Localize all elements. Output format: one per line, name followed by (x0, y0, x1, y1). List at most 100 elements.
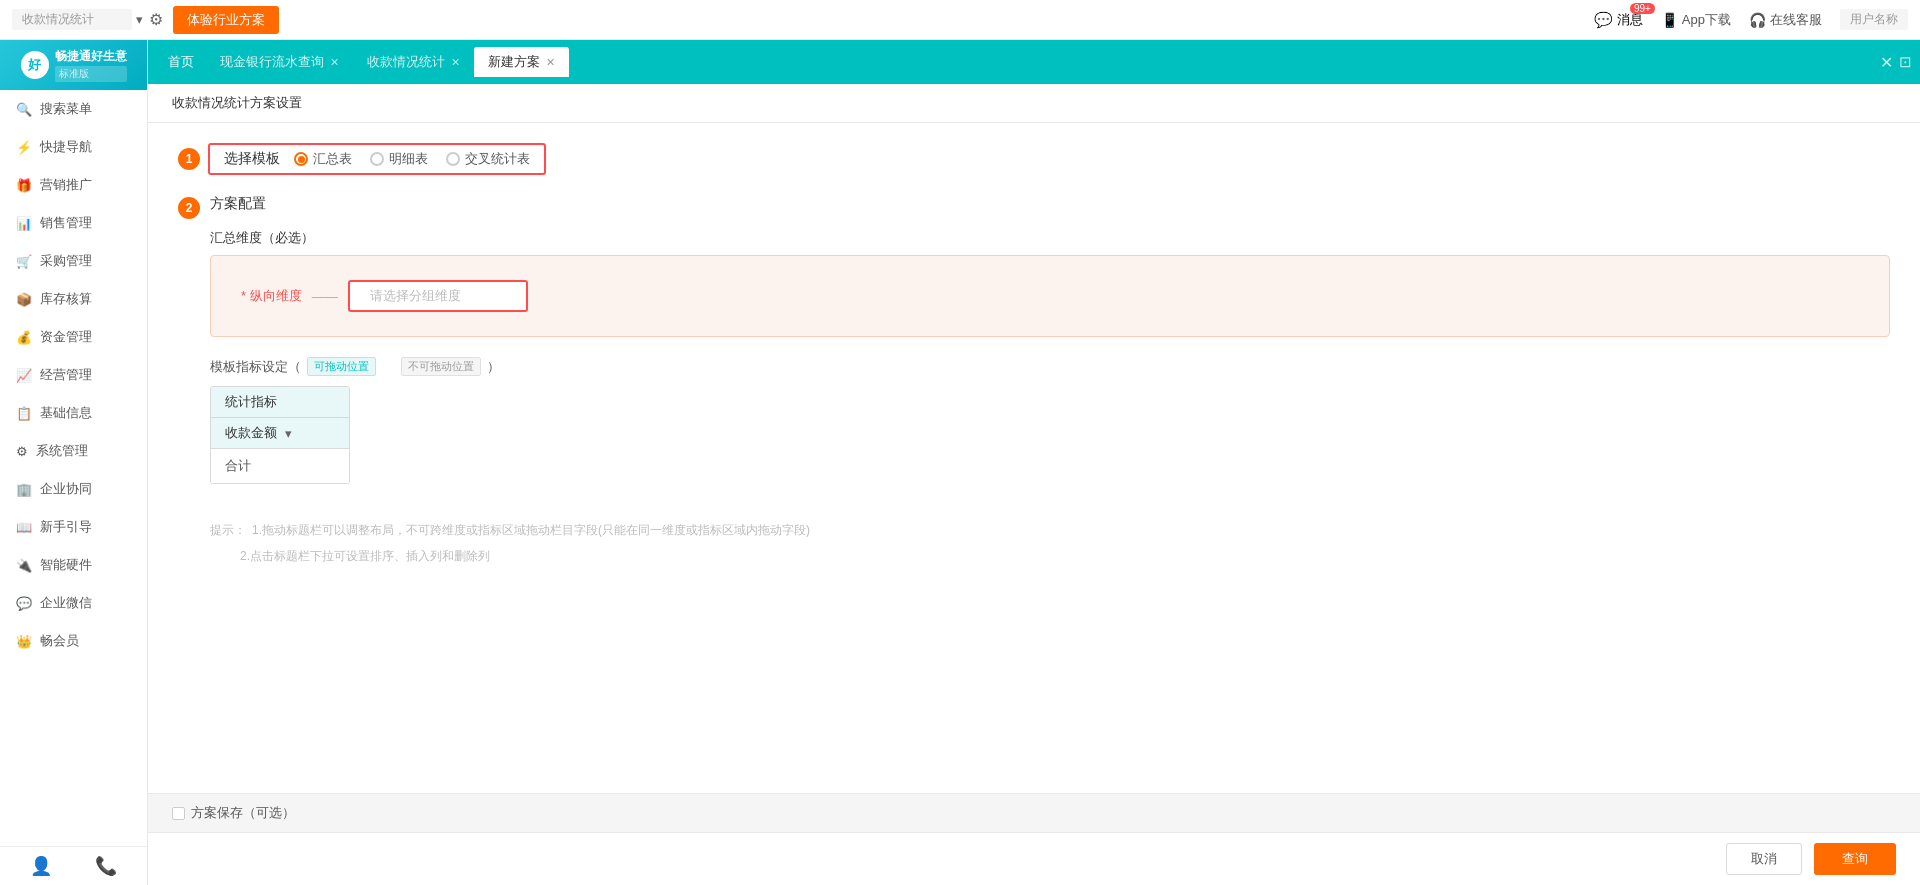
logo-edition: 标准版 (55, 66, 127, 82)
radio-option-detail[interactable]: 明细表 (370, 150, 428, 168)
sidebar-item-label: 企业微信 (40, 594, 92, 612)
tab-maximize-button[interactable]: ⊡ (1899, 53, 1912, 72)
sidebar-item-label: 基础信息 (40, 404, 92, 422)
sidebar-item-label: 采购管理 (40, 252, 92, 270)
query-button[interactable]: 查询 (1814, 843, 1896, 875)
notification-count: 99+ (1630, 3, 1655, 14)
save-checkbox[interactable] (172, 807, 185, 820)
wechat-icon: 💬 (16, 596, 32, 611)
sidebar-item-label: 销售管理 (40, 214, 92, 232)
tips-line2: 2.点击标题栏下拉可设置排序、插入列和删除列 (240, 543, 490, 569)
tab-new-plan[interactable]: 新建方案 ✕ (474, 47, 569, 77)
sidebar-item-label: 资金管理 (40, 328, 92, 346)
sidebar-item-system[interactable]: ⚙ 系统管理 (0, 432, 147, 470)
user-info: 用户名称 (1840, 9, 1908, 30)
step2-label: 方案配置 (210, 195, 266, 213)
sidebar-item-hardware[interactable]: 🔌 智能硬件 (0, 546, 147, 584)
tips-title: 提示： (210, 517, 246, 543)
radio-option-summary[interactable]: 汇总表 (294, 150, 352, 168)
tab-minimize-button[interactable]: ✕ (1880, 53, 1893, 72)
breadcrumb-text: 收款情况统计 (12, 9, 132, 30)
sidebar-item-label: 经营管理 (40, 366, 92, 384)
save-label-text: 方案保存（可选） (191, 804, 295, 822)
online-support[interactable]: 🎧 在线客服 (1749, 11, 1822, 29)
marketing-icon: 🎁 (16, 178, 32, 193)
cancel-button[interactable]: 取消 (1726, 843, 1802, 875)
sidebar-item-label: 营销推广 (40, 176, 92, 194)
sidebar-item-marketing[interactable]: 🎁 营销推广 (0, 166, 147, 204)
sidebar-logo: 好 畅捷通好生意 标准版 (0, 40, 147, 90)
sidebar-item-wechat[interactable]: 💬 企业微信 (0, 584, 147, 622)
system-icon: ⚙ (16, 444, 28, 459)
draggable-tag: 可拖动位置 (307, 357, 376, 376)
sidebar-item-label: 畅会员 (40, 632, 79, 650)
step1-number: 1 (178, 148, 200, 170)
cooperation-icon: 🏢 (16, 482, 32, 497)
notification-area[interactable]: 💬 99+ 消息 (1594, 11, 1643, 29)
sidebar-item-label: 快捷导航 (40, 138, 92, 156)
sales-icon: 📊 (16, 216, 32, 231)
sidebar-item-basic-info[interactable]: 📋 基础信息 (0, 394, 147, 432)
radio-summary-circle (294, 152, 308, 166)
sidebar-item-label: 系统管理 (36, 442, 88, 460)
sidebar-item-member[interactable]: 👑 畅会员 (0, 622, 147, 660)
radio-option-crosstab[interactable]: 交叉统计表 (446, 150, 530, 168)
guide-icon: 📖 (16, 520, 32, 535)
tab-new-plan-label: 新建方案 (488, 53, 540, 71)
sidebar-item-guide[interactable]: 📖 新手引导 (0, 508, 147, 546)
radio-detail-circle (370, 152, 384, 166)
sidebar-item-label: 搜索菜单 (40, 100, 92, 118)
settings-icon[interactable]: ⚙ (149, 10, 163, 29)
tab-cashflow-close[interactable]: ✕ (330, 56, 339, 69)
tab-cashflow[interactable]: 现金银行流水查询 ✕ (206, 47, 353, 77)
sidebar-item-label: 新手引导 (40, 518, 92, 536)
nav-icon: ⚡ (16, 140, 32, 155)
sidebar-item-management[interactable]: 📈 经营管理 (0, 356, 147, 394)
trial-button[interactable]: 体验行业方案 (173, 6, 279, 34)
metrics-col1-label: 收款金额 (225, 424, 277, 442)
radio-summary-label: 汇总表 (313, 150, 352, 168)
non-draggable-tag: 不可拖动位置 (401, 357, 481, 376)
sidebar-footer-icon2[interactable]: 📞 (95, 855, 117, 877)
tab-new-plan-close[interactable]: ✕ (546, 56, 555, 69)
tab-home[interactable]: 首页 (156, 47, 206, 77)
metrics-table-header-row[interactable]: 统计指标 (211, 387, 349, 418)
sidebar-item-label: 智能硬件 (40, 556, 92, 574)
sidebar-item-label: 库存核算 (40, 290, 92, 308)
sidebar-footer-icon1[interactable]: 👤 (30, 855, 52, 877)
search-icon: 🔍 (16, 102, 32, 117)
radio-crosstab-label: 交叉统计表 (465, 150, 530, 168)
metrics-col1-header[interactable]: 收款金额 ▾ (211, 418, 349, 449)
tab-receipts[interactable]: 收款情况统计 ✕ (353, 47, 474, 77)
sidebar-item-inventory[interactable]: 📦 库存核算 (0, 280, 147, 318)
tab-receipts-close[interactable]: ✕ (451, 56, 460, 69)
sidebar-item-label: 企业协同 (40, 480, 92, 498)
arrow-icon: —— (312, 289, 338, 304)
radio-crosstab-circle (446, 152, 460, 166)
radio-detail-label: 明细表 (389, 150, 428, 168)
section-header: 收款情况统计方案设置 (148, 84, 1920, 123)
app-download[interactable]: 📱 App下载 (1661, 11, 1731, 29)
tab-receipts-label: 收款情况统计 (367, 53, 445, 71)
dimension-section-label: 汇总维度（必选） (210, 229, 1890, 247)
vertical-dim-label: * 纵向维度 (241, 287, 302, 305)
dropdown-icon[interactable]: ▾ (136, 12, 143, 27)
sidebar-item-finance[interactable]: 💰 资金管理 (0, 318, 147, 356)
purchase-icon: 🛒 (16, 254, 32, 269)
app-download-label: App下载 (1682, 11, 1731, 29)
metrics-table: 统计指标 收款金额 ▾ 合计 (210, 386, 350, 484)
step2-number: 2 (178, 197, 200, 219)
sidebar-item-nav[interactable]: ⚡ 快捷导航 (0, 128, 147, 166)
finance-icon: 💰 (16, 330, 32, 345)
metrics-section-label: 模板指标设定（ 可拖动位置 不可拖动位置 ） (210, 357, 1890, 376)
save-checkbox-label[interactable]: 方案保存（可选） (172, 804, 1896, 822)
dimension-select-input[interactable]: 请选择分组维度 (348, 280, 528, 312)
metrics-col1-cell: 合计 (211, 449, 349, 483)
tips-area: 提示： 1.拖动标题栏可以调整布局，不可跨维度或指标区域拖动栏目字段(只能在同一… (210, 517, 1890, 570)
hardware-icon: 🔌 (16, 558, 32, 573)
sidebar-item-search[interactable]: 🔍 搜索菜单 (0, 90, 147, 128)
sidebar-item-sales[interactable]: 📊 销售管理 (0, 204, 147, 242)
sidebar-item-purchase[interactable]: 🛒 采购管理 (0, 242, 147, 280)
sidebar-item-cooperation[interactable]: 🏢 企业协同 (0, 470, 147, 508)
online-support-label: 在线客服 (1770, 11, 1822, 29)
